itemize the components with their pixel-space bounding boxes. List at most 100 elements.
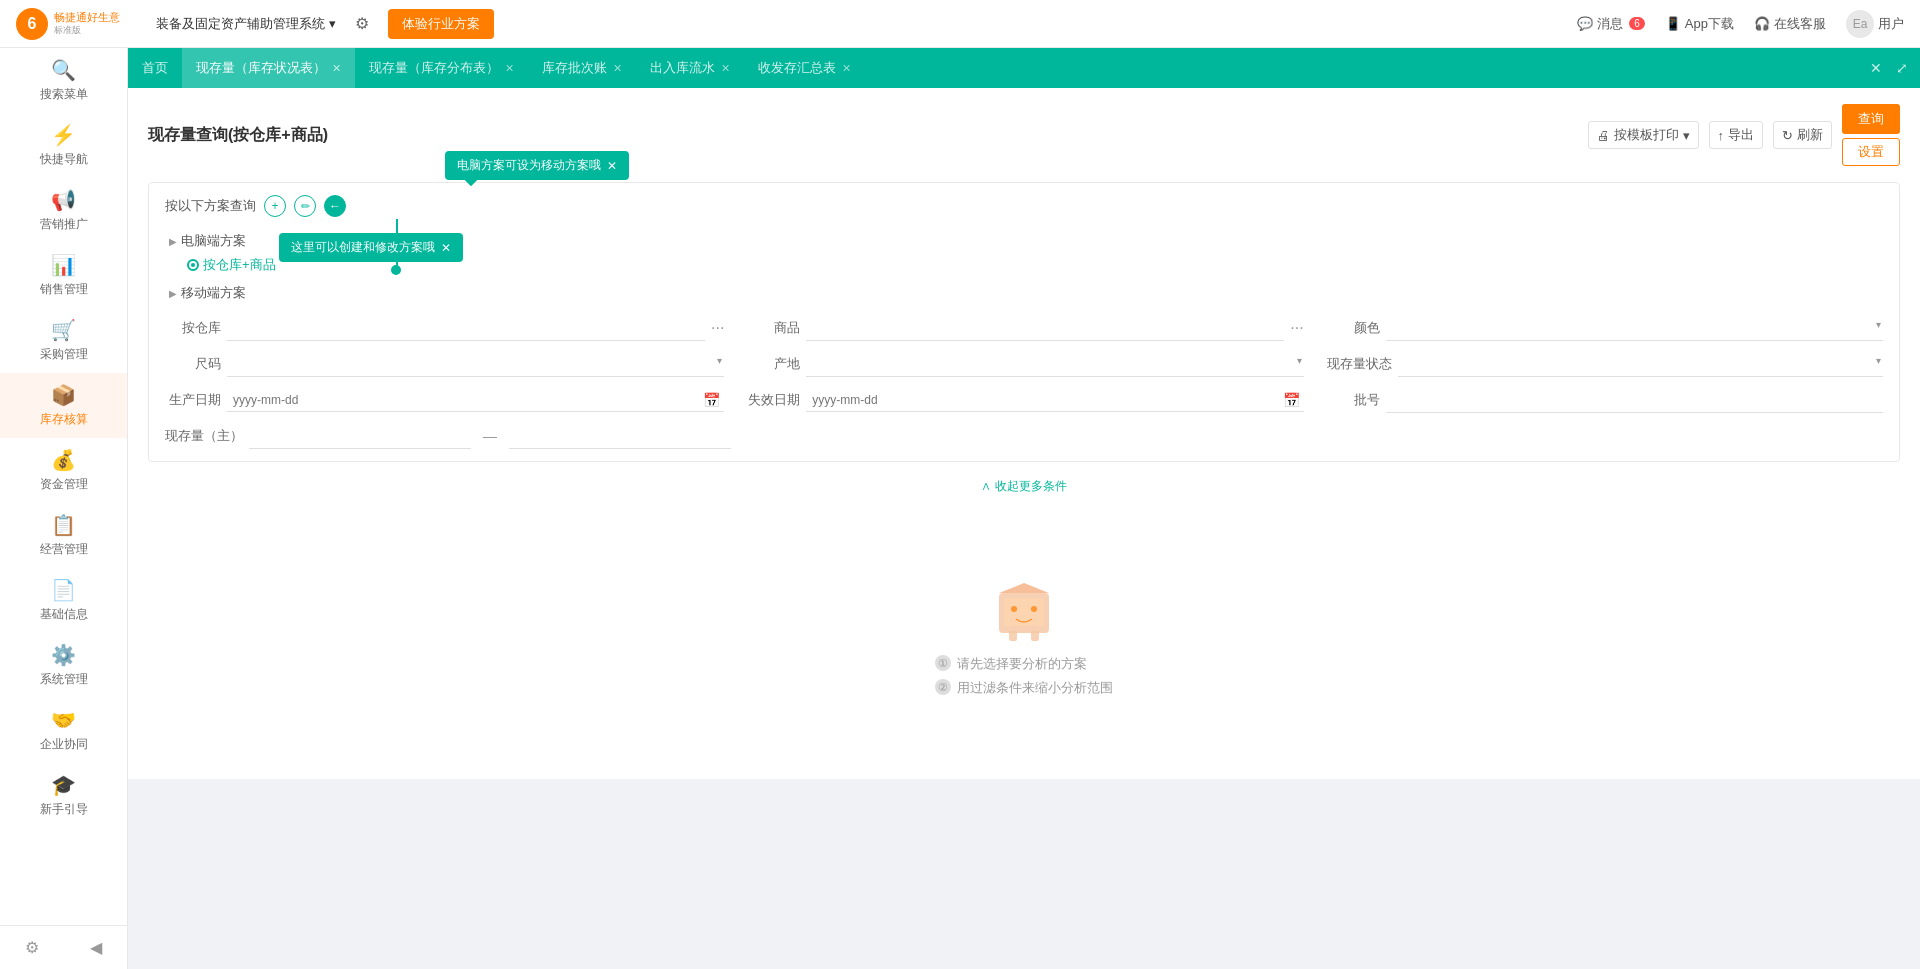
expire-date-input-wrapper: 📅: [806, 389, 1303, 412]
sidebar-item-guide[interactable]: 🎓 新手引导: [0, 763, 127, 828]
online-service-btn[interactable]: 🎧 在线客服: [1754, 15, 1826, 33]
filter-label: 按以下方案查询: [165, 197, 256, 215]
sidebar-item-finance[interactable]: 💰 资金管理: [0, 438, 127, 503]
handshake-icon: 🤝: [51, 708, 76, 732]
sidebar-item-marketing[interactable]: 📢 营销推广: [0, 178, 127, 243]
produce-date-input-wrapper: 📅: [227, 389, 724, 412]
tab-close-collection-summary[interactable]: ✕: [842, 62, 851, 75]
produce-date-calendar-icon[interactable]: 📅: [703, 392, 720, 408]
sidebar-item-inventory[interactable]: 📦 库存核算: [0, 373, 127, 438]
message-icon: 💬: [1577, 16, 1593, 31]
tab-bar-actions: ✕ ⤢: [1866, 56, 1920, 80]
tab-bar: 首页 现存量（库存状况表） ✕ 现存量（库存分布表） ✕ 库存批次账 ✕ 出入库…: [128, 48, 1920, 88]
export-icon: ↑: [1718, 128, 1725, 143]
logo-icon: 6: [16, 8, 48, 40]
app-download-btn[interactable]: 📱 App下载: [1665, 15, 1734, 33]
tab-batch-ledger[interactable]: 库存批次账 ✕: [528, 48, 636, 88]
tab-close-inventory-status[interactable]: ✕: [332, 62, 341, 75]
inventory-status-label: 现存量状态: [1324, 355, 1392, 373]
sidebar-item-quick-nav[interactable]: ⚡ 快捷导航: [0, 113, 127, 178]
scheme-tree-mobile[interactable]: ▶ 移动端方案: [165, 281, 1883, 305]
megaphone-icon: 📢: [51, 188, 76, 212]
export-btn[interactable]: ↑ 导出: [1709, 121, 1764, 149]
expire-date-input[interactable]: [806, 389, 1303, 412]
query-button[interactable]: 查询: [1842, 104, 1900, 134]
tab-inventory-dist[interactable]: 现存量（库存分布表） ✕: [355, 48, 528, 88]
cart-icon: 🛒: [51, 318, 76, 342]
tab-home[interactable]: 首页: [128, 48, 182, 88]
message-badge: 6: [1629, 17, 1645, 30]
color-field: 颜色 ▾: [1324, 315, 1883, 341]
warehouse-dots[interactable]: ···: [711, 319, 724, 337]
refresh-btn[interactable]: ↻ 刷新: [1773, 121, 1832, 149]
svg-point-3: [1031, 606, 1037, 612]
origin-label: 产地: [744, 355, 800, 373]
page-inner: 现存量查询(按仓库+商品) 🖨 按模板打印 ▾ ↑ 导出 ↻: [128, 88, 1920, 779]
trial-button[interactable]: 体验行业方案: [388, 9, 494, 39]
sidebar-item-search-menu[interactable]: 🔍 搜索菜单: [0, 48, 127, 113]
system-title-select[interactable]: 装备及固定资产辅助管理系统 ▾: [156, 15, 336, 33]
gear-icon: ⚙️: [51, 643, 76, 667]
tab-inout-flow[interactable]: 出入库流水 ✕: [636, 48, 744, 88]
quantity-field: 现存量（主） —: [165, 423, 731, 449]
tab-expand-btn[interactable]: ⤢: [1892, 56, 1912, 80]
empty-tip-2: 用过滤条件来缩小分析范围: [935, 679, 1113, 697]
produce-date-label: 生产日期: [165, 391, 221, 409]
sidebar-item-operation[interactable]: 📋 经营管理: [0, 503, 127, 568]
collapse-bar[interactable]: ∧ 收起更多条件: [148, 470, 1900, 503]
pc-scheme-label: 电脑端方案: [181, 232, 246, 250]
arrow-left-btn[interactable]: ←: [324, 195, 346, 217]
mobile-scheme-label: 移动端方案: [181, 284, 246, 302]
expire-date-field: 失效日期 📅: [744, 389, 1303, 412]
page-content: 现存量查询(按仓库+商品) 🖨 按模板打印 ▾ ↑ 导出 ↻: [128, 88, 1920, 969]
avatar: Ea: [1846, 10, 1874, 38]
sidebar-item-system[interactable]: ⚙️ 系统管理: [0, 633, 127, 698]
print-dropdown-icon: ▾: [1683, 128, 1690, 143]
tooltip-scheme-mobile: 电脑方案可设为移动方案哦 ✕: [445, 151, 629, 180]
page-title-row: 现存量查询(按仓库+商品) 🖨 按模板打印 ▾ ↑ 导出 ↻: [148, 104, 1900, 166]
sidebar: 🔍 搜索菜单 ⚡ 快捷导航 📢 营销推广 📊 销售管理 🛒 采购管理 📦 库存核…: [0, 48, 128, 969]
settings-button[interactable]: 设置: [1842, 138, 1900, 166]
tab-close-batch-ledger[interactable]: ✕: [613, 62, 622, 75]
content-area: 首页 现存量（库存状况表） ✕ 现存量（库存分布表） ✕ 库存批次账 ✕ 出入库…: [128, 48, 1920, 969]
graduation-icon: 🎓: [51, 773, 76, 797]
tab-close-all-btn[interactable]: ✕: [1866, 56, 1886, 80]
filter-section-wrapper: 按以下方案查询 + ✏ ← 电脑方案可设为移动方案哦 ✕: [148, 182, 1900, 503]
sidebar-collapse-btn[interactable]: ◀: [82, 934, 110, 961]
messages-btn[interactable]: 💬 消息 6: [1577, 15, 1645, 33]
filter-row-2: 尺码 ▾ 产地 ▾: [165, 351, 1883, 377]
mobile-scheme-arrow: ▶: [169, 288, 177, 299]
main-layout: 🔍 搜索菜单 ⚡ 快捷导航 📢 营销推广 📊 销售管理 🛒 采购管理 📦 库存核…: [0, 48, 1920, 969]
goods-label: 商品: [744, 319, 800, 337]
inventory-status-field: 现存量状态 ▾: [1324, 351, 1883, 377]
sidebar-item-basic-info[interactable]: 📄 基础信息: [0, 568, 127, 633]
tab-close-inout-flow[interactable]: ✕: [721, 62, 730, 75]
tab-inventory-status[interactable]: 现存量（库存状况表） ✕: [182, 48, 355, 88]
tooltip2-close[interactable]: ✕: [441, 241, 451, 255]
add-scheme-btn[interactable]: +: [264, 195, 286, 217]
origin-field: 产地 ▾: [744, 351, 1303, 377]
sidebar-item-enterprise[interactable]: 🤝 企业协同: [0, 698, 127, 763]
goods-dots[interactable]: ···: [1290, 319, 1303, 337]
settings-icon-btn[interactable]: ⚙: [348, 10, 376, 38]
edit-scheme-btn[interactable]: ✏: [294, 195, 316, 217]
tab-collection-summary[interactable]: 收发存汇总表 ✕: [744, 48, 865, 88]
document-icon: 📄: [51, 578, 76, 602]
user-area[interactable]: Ea 用户: [1846, 10, 1904, 38]
sidebar-settings-btn[interactable]: ⚙: [17, 934, 47, 961]
header-left: 6 畅捷通好生意 标准版 装备及固定资产辅助管理系统 ▾ ⚙ 体验行业方案: [16, 8, 494, 40]
produce-date-input[interactable]: [227, 389, 724, 412]
expire-date-calendar-icon[interactable]: 📅: [1283, 392, 1300, 408]
filter-row-1: 按仓库 ··· 商品 ···: [165, 315, 1883, 341]
print-btn[interactable]: 🖨 按模板打印 ▾: [1588, 121, 1699, 149]
headset-icon: 🎧: [1754, 16, 1770, 31]
svg-rect-4: [1009, 631, 1017, 641]
tab-close-inventory-dist[interactable]: ✕: [505, 62, 514, 75]
chevron-down-icon: ▾: [329, 16, 336, 31]
tooltip1-close[interactable]: ✕: [607, 159, 617, 173]
sidebar-item-sales[interactable]: 📊 销售管理: [0, 243, 127, 308]
color-label: 颜色: [1324, 319, 1380, 337]
sidebar-item-purchase[interactable]: 🛒 采购管理: [0, 308, 127, 373]
refresh-icon: ↻: [1782, 128, 1793, 143]
sidebar-footer: ⚙ ◀: [0, 925, 127, 969]
